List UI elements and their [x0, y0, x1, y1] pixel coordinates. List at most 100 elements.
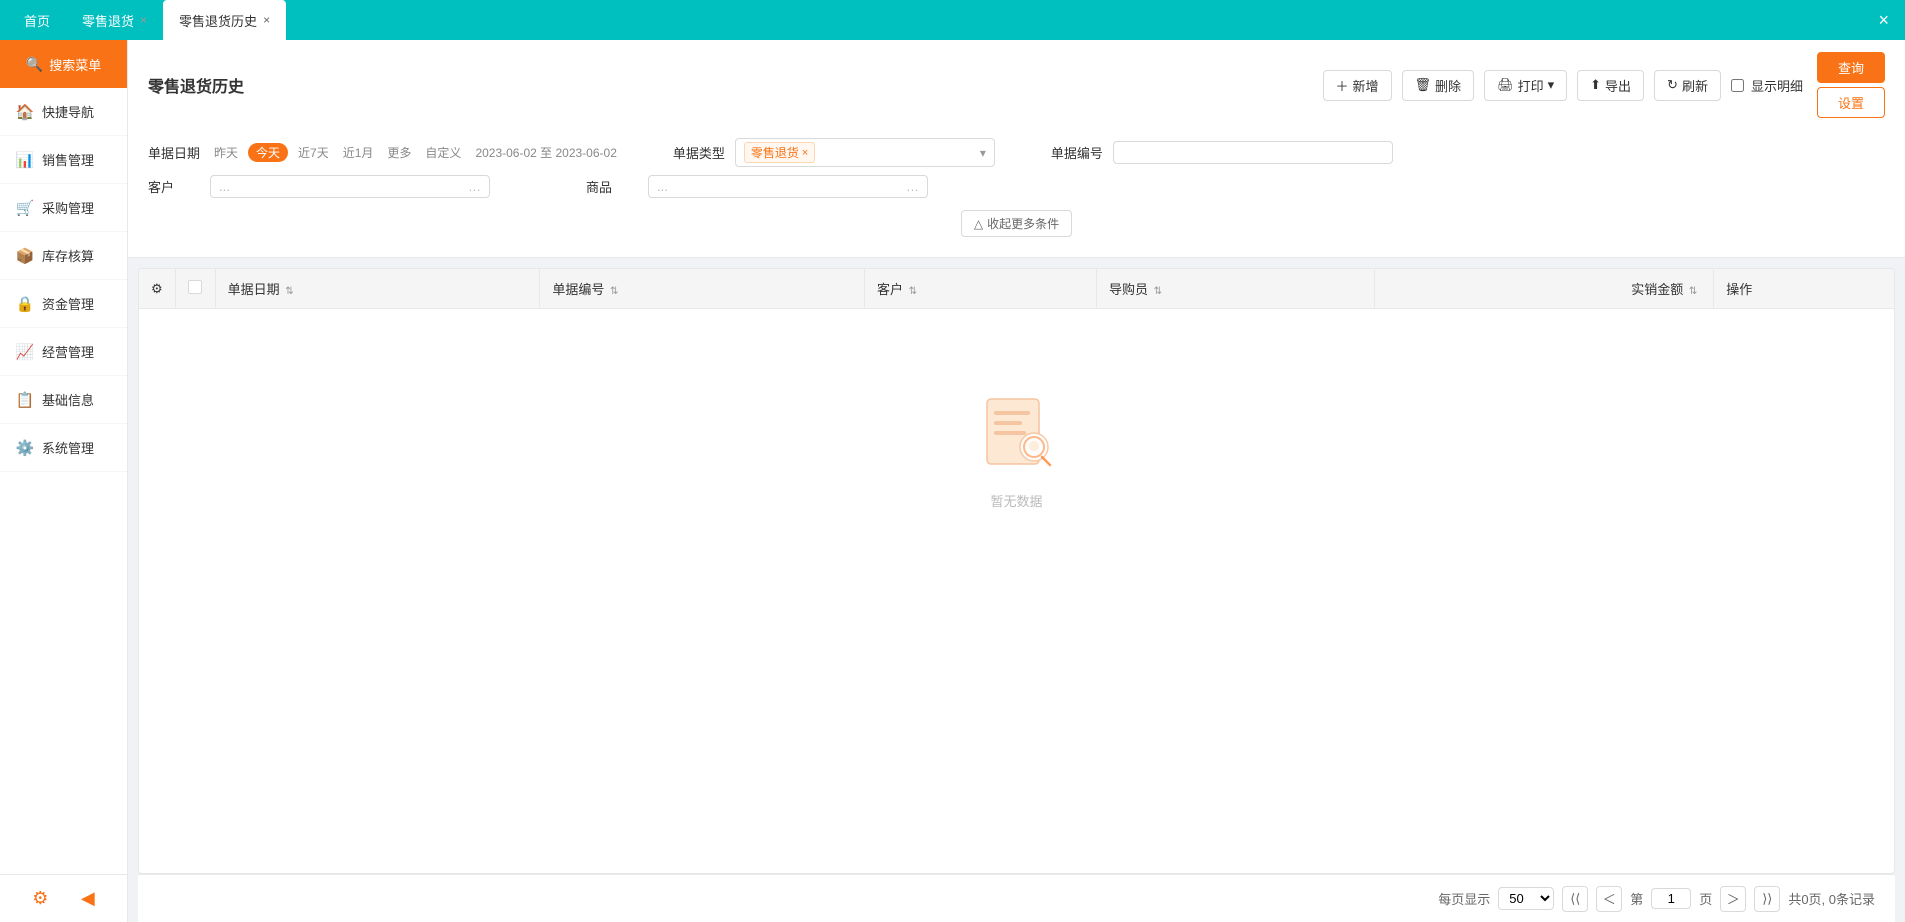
add-label: 新增 — [1353, 76, 1379, 95]
sales-icon: 📊 — [16, 151, 34, 169]
sort-bill-number-icon: ⇅ — [610, 286, 618, 297]
sidebar: 🔍 搜索菜单 🏠 快捷导航 📊 销售管理 🛒 采购管理 📦 库存核算 🔒 — [0, 40, 128, 922]
toggle-sidebar-icon[interactable]: ◀ — [81, 888, 95, 909]
th-bill-number-label: 单据编号 — [552, 282, 604, 297]
tab-retail-return-close[interactable]: × — [140, 13, 147, 27]
tab-list: 首页 零售退货 × 零售退货历史 × — [8, 0, 1862, 40]
bill-type-label: 单据类型 — [673, 143, 729, 162]
customer-select[interactable]: ... … — [210, 175, 490, 198]
sidebar-item-purchase-mgmt[interactable]: 🛒 采购管理 — [0, 184, 127, 232]
collapse-button[interactable]: △ 收起更多条件 — [961, 210, 1072, 237]
export-button[interactable]: ⬆ 导出 — [1577, 70, 1644, 101]
sidebar-item-system-mgmt[interactable]: ⚙️ 系统管理 — [0, 424, 127, 472]
collapse-up-icon: △ — [974, 217, 983, 231]
goods-select[interactable]: ... … — [648, 175, 928, 198]
sidebar-item-quick-nav[interactable]: 🏠 快捷导航 — [0, 88, 127, 136]
select-all-checkbox[interactable] — [188, 280, 202, 294]
content-header: 零售退货历史 ＋ 新增 🗑 删除 🖨 打印 ▾ — [128, 40, 1905, 258]
table-header-row: ⚙ 单据日期 ⇅ 单据编号 ⇅ — [139, 269, 1894, 309]
finance-icon: 🔒 — [16, 295, 34, 313]
page-next-button[interactable]: ＞ — [1720, 886, 1746, 912]
table-header: ⚙ 单据日期 ⇅ 单据编号 ⇅ — [139, 269, 1894, 309]
system-icon: ⚙️ — [16, 439, 34, 457]
date-yesterday[interactable]: 昨天 — [210, 143, 242, 162]
date-last7[interactable]: 近7天 — [294, 143, 333, 162]
show-detail-text: 显示明细 — [1751, 76, 1803, 95]
refresh-button[interactable]: ↻ 刷新 — [1654, 70, 1721, 101]
nav-item-finance-label: 资金管理 — [42, 294, 94, 313]
show-detail-checkbox-label[interactable]: 显示明细 — [1731, 76, 1803, 95]
date-custom[interactable]: 自定义 — [421, 143, 465, 162]
table-area: ⚙ 单据日期 ⇅ 单据编号 ⇅ — [138, 268, 1895, 874]
sidebar-item-operations-mgmt[interactable]: 📈 经营管理 — [0, 328, 127, 376]
nav-item-system-label: 系统管理 — [42, 438, 94, 457]
sort-amount-icon: ⇅ — [1689, 286, 1697, 297]
th-bill-number[interactable]: 单据编号 ⇅ — [540, 269, 865, 309]
add-button[interactable]: ＋ 新增 — [1323, 70, 1392, 101]
bill-number-input[interactable] — [1113, 141, 1393, 164]
bill-type-filter: 单据类型 零售退货 × ▾ — [673, 138, 995, 167]
sidebar-bottom: ⚙ ◀ — [0, 874, 127, 922]
main-layout: 🔍 搜索菜单 🏠 快捷导航 📊 销售管理 🛒 采购管理 📦 库存核算 🔒 — [0, 40, 1905, 922]
refresh-label: 刷新 — [1682, 76, 1708, 95]
sidebar-nav: 🏠 快捷导航 📊 销售管理 🛒 采购管理 📦 库存核算 🔒 资金管理 📈 — [0, 88, 127, 874]
filter-row-1: 单据日期 昨天 今天 近7天 近1月 更多 自定义 2023-06-02 至 2… — [148, 138, 1885, 167]
sidebar-item-finance-mgmt[interactable]: 🔒 资金管理 — [0, 280, 127, 328]
sidebar-item-inventory[interactable]: 📦 库存核算 — [0, 232, 127, 280]
show-detail-checkbox[interactable] — [1731, 79, 1744, 92]
data-table: ⚙ 单据日期 ⇅ 单据编号 ⇅ — [139, 269, 1894, 309]
page-word: 第 — [1630, 889, 1643, 908]
operations-icon: 📈 — [16, 343, 34, 361]
tab-retail-return-history-label: 零售退货历史 — [179, 11, 257, 30]
bill-type-select[interactable]: 零售退货 × ▾ — [735, 138, 995, 167]
page-first-button[interactable]: ⟨⟨ — [1562, 886, 1588, 912]
per-page-select[interactable]: 50 100 200 — [1498, 887, 1554, 910]
date-range-display: 2023-06-02 至 2023-06-02 — [475, 144, 616, 161]
customer-placeholder: ... — [219, 179, 230, 194]
inventory-icon: 📦 — [16, 247, 34, 265]
date-last-month[interactable]: 近1月 — [339, 143, 378, 162]
delete-button[interactable]: 🗑 删除 — [1402, 70, 1475, 101]
settings-bottom-icon[interactable]: ⚙ — [32, 888, 48, 909]
bill-number-label: 单据编号 — [1051, 143, 1107, 162]
sidebar-search[interactable]: 🔍 搜索菜单 — [0, 40, 127, 88]
bill-type-tag-close[interactable]: × — [802, 147, 808, 159]
date-today[interactable]: 今天 — [248, 143, 288, 162]
total-label: 共0页, 0条记录 — [1788, 889, 1875, 908]
sort-customer-icon: ⇅ — [909, 286, 917, 297]
th-bill-date[interactable]: 单据日期 ⇅ — [215, 269, 540, 309]
tab-retail-return-history[interactable]: 零售退货历史 × — [163, 0, 286, 40]
th-customer[interactable]: 客户 ⇅ — [865, 269, 1097, 309]
page-prev-button[interactable]: ＜ — [1596, 886, 1622, 912]
setting-button[interactable]: 设置 — [1817, 87, 1885, 118]
export-icon: ⬆ — [1590, 77, 1601, 93]
export-label: 导出 — [1605, 76, 1631, 95]
sidebar-item-basic-info[interactable]: 📋 基础信息 — [0, 376, 127, 424]
print-button[interactable]: 🖨 打印 ▾ — [1484, 70, 1567, 101]
per-page-label: 每页显示 — [1438, 889, 1490, 908]
goods-filter: 商品 ... … — [586, 175, 928, 198]
th-action-label: 操作 — [1726, 282, 1752, 297]
empty-state: 暂无数据 — [139, 309, 1894, 590]
th-customer-label: 客户 — [877, 282, 903, 297]
sidebar-item-sales-mgmt[interactable]: 📊 销售管理 — [0, 136, 127, 184]
window-close-button[interactable]: × — [1862, 10, 1905, 31]
sort-bill-date-icon: ⇅ — [285, 286, 293, 297]
pagination-bar: 每页显示 50 100 200 ⟨⟨ ＜ 第 页 ＞ ⟩⟩ 共0页, 0条记录 — [138, 874, 1895, 922]
th-amount[interactable]: 实销金额 ⇅ — [1375, 269, 1714, 309]
nav-item-sales-label: 销售管理 — [42, 150, 94, 169]
add-icon: ＋ — [1336, 76, 1349, 95]
nav-item-inventory-label: 库存核算 — [42, 246, 94, 265]
search-icon: 🔍 — [26, 56, 43, 73]
tab-home[interactable]: 首页 — [8, 0, 66, 40]
page-last-button[interactable]: ⟩⟩ — [1754, 886, 1780, 912]
sidebar-search-label: 搜索菜单 — [49, 55, 101, 74]
page-number-input[interactable] — [1651, 888, 1691, 909]
date-more[interactable]: 更多 — [383, 143, 415, 162]
tab-retail-return-history-close[interactable]: × — [263, 13, 270, 27]
query-button[interactable]: 查询 — [1817, 52, 1885, 83]
sort-guide-icon: ⇅ — [1154, 286, 1162, 297]
th-settings[interactable]: ⚙ — [139, 269, 175, 309]
tab-retail-return[interactable]: 零售退货 × — [66, 0, 163, 40]
th-guide[interactable]: 导购员 ⇅ — [1096, 269, 1374, 309]
